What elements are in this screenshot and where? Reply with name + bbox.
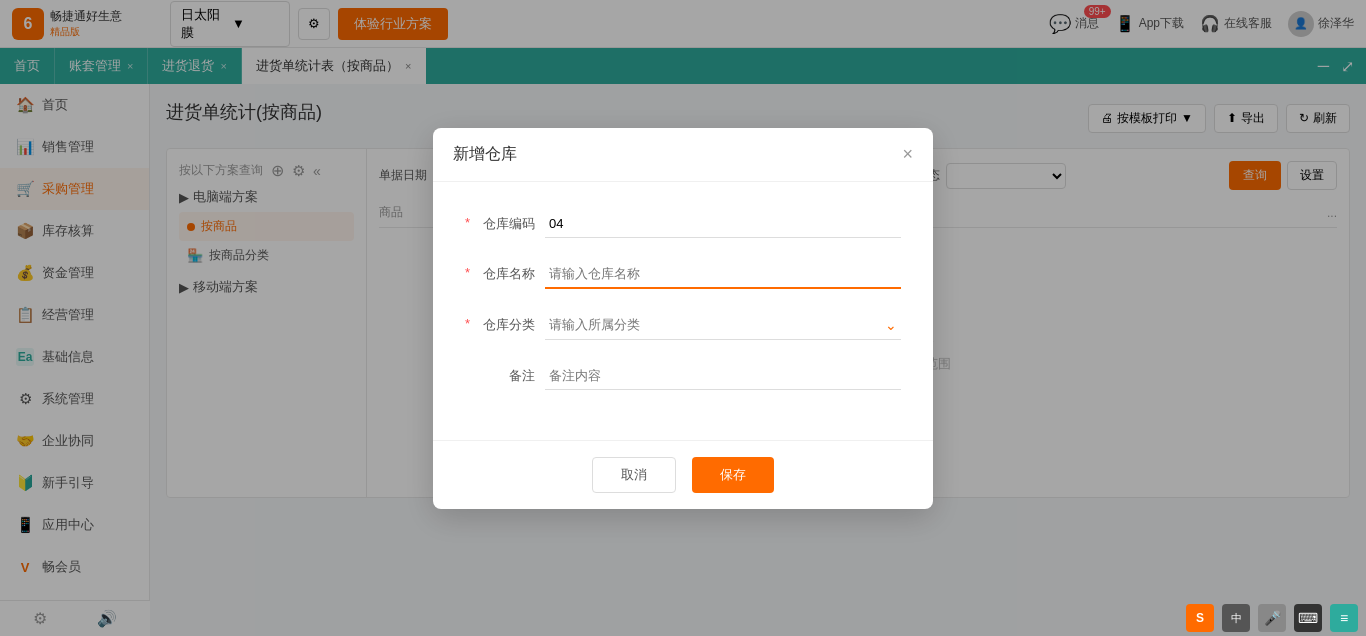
- category-select[interactable]: ⌄: [545, 311, 901, 340]
- mic-icon[interactable]: 🎤: [1258, 604, 1286, 632]
- modal-close-button[interactable]: ×: [902, 144, 913, 165]
- category-dropdown-icon: ⌄: [885, 317, 897, 333]
- modal-header: 新增仓库 ×: [433, 128, 933, 182]
- form-row-note: 备注: [465, 362, 901, 390]
- name-input[interactable]: [545, 260, 901, 289]
- code-input[interactable]: [545, 210, 901, 238]
- note-label: 备注: [465, 367, 545, 385]
- modal-footer: 取消 保存: [433, 440, 933, 509]
- modal-overlay[interactable]: 新增仓库 × 仓库编码 仓库名称 仓库分类 ⌄: [0, 0, 1366, 636]
- save-button[interactable]: 保存: [692, 457, 774, 493]
- category-input[interactable]: [549, 317, 885, 332]
- name-label: 仓库名称: [465, 265, 545, 283]
- code-label: 仓库编码: [465, 215, 545, 233]
- modal-body: 仓库编码 仓库名称 仓库分类 ⌄ 备注: [433, 182, 933, 440]
- form-row-name: 仓库名称: [465, 260, 901, 289]
- footer-right-icons: S 中 🎤 ⌨ ≡: [1186, 604, 1358, 632]
- cancel-button[interactable]: 取消: [592, 457, 676, 493]
- category-label: 仓库分类: [465, 316, 545, 334]
- form-row-code: 仓库编码: [465, 210, 901, 238]
- form-row-category: 仓库分类 ⌄: [465, 311, 901, 340]
- keyboard-icon[interactable]: ⌨: [1294, 604, 1322, 632]
- chinese-icon[interactable]: 中: [1222, 604, 1250, 632]
- note-input[interactable]: [545, 362, 901, 390]
- modal-title: 新增仓库: [453, 144, 517, 165]
- menu-icon[interactable]: ≡: [1330, 604, 1358, 632]
- s-icon[interactable]: S: [1186, 604, 1214, 632]
- new-warehouse-modal: 新增仓库 × 仓库编码 仓库名称 仓库分类 ⌄: [433, 128, 933, 509]
